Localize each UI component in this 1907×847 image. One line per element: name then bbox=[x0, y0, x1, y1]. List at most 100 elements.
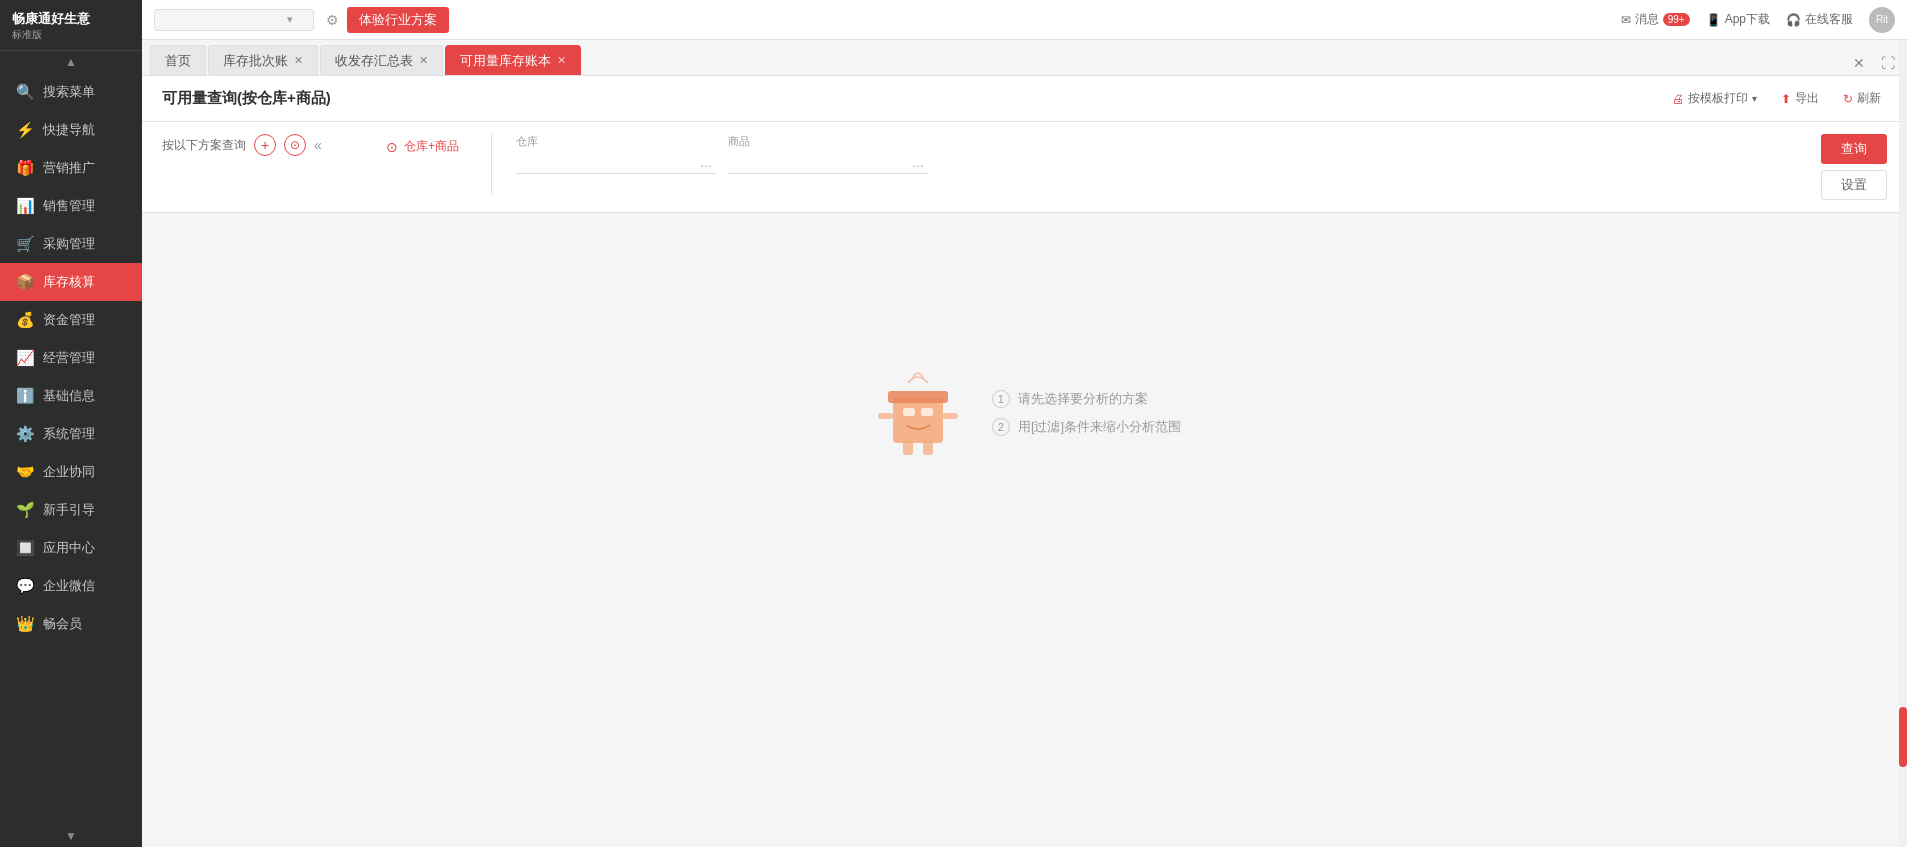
sidebar-item-label: 企业协同 bbox=[43, 463, 95, 481]
message-badge: 99+ bbox=[1663, 13, 1690, 26]
filter-scheme-list: ⊙ 仓库+商品 bbox=[378, 134, 467, 159]
user-avatar[interactable]: Rit bbox=[1869, 7, 1895, 33]
sidebar-item-inventory[interactable]: 📦 库存核算 bbox=[0, 263, 142, 301]
sidebar-scroll-up[interactable]: ▲ bbox=[0, 51, 142, 73]
enterprise-icon: 🤝 bbox=[16, 463, 35, 481]
warehouse-field: 仓库 … bbox=[516, 134, 716, 174]
scheme-icon: ⊙ bbox=[386, 139, 398, 155]
svg-rect-1 bbox=[888, 391, 948, 403]
query-button[interactable]: 查询 bbox=[1821, 134, 1887, 164]
svg-rect-0 bbox=[893, 398, 943, 443]
member-icon: 👑 bbox=[16, 615, 35, 633]
page-actions: 🖨 按模板打印 ▾ ⬆ 导出 ↻ 刷新 bbox=[1666, 86, 1887, 111]
sidebar-item-appcenter[interactable]: 🔲 应用中心 bbox=[0, 529, 142, 567]
tab-close-batch[interactable]: ✕ bbox=[294, 54, 303, 67]
page-title: 可用量查询(按仓库+商品) bbox=[162, 89, 1666, 108]
sidebar-item-purchase[interactable]: 🛒 采购管理 bbox=[0, 225, 142, 263]
tab-close-window[interactable]: ✕ bbox=[1849, 51, 1869, 75]
trial-button[interactable]: 体验行业方案 bbox=[347, 7, 449, 33]
empty-hint-1: 1 请先选择要分析的方案 bbox=[992, 390, 1181, 408]
sidebar-item-newuser[interactable]: 🌱 新手引导 bbox=[0, 491, 142, 529]
tab-label: 收发存汇总表 bbox=[335, 52, 413, 70]
hint-text-1: 请先选择要分析的方案 bbox=[1018, 390, 1148, 408]
headset-icon: 🎧 bbox=[1786, 13, 1801, 27]
filter-divider bbox=[491, 134, 492, 194]
basic-icon: ℹ️ bbox=[16, 387, 35, 405]
finance-icon: 💰 bbox=[16, 311, 35, 329]
header-search-box[interactable]: ▾ bbox=[154, 9, 314, 31]
tab-label: 库存批次账 bbox=[223, 52, 288, 70]
phone-icon: 📱 bbox=[1706, 13, 1721, 27]
export-button[interactable]: ⬆ 导出 bbox=[1775, 86, 1825, 111]
empty-illustration bbox=[868, 363, 968, 463]
app-download-label: App下载 bbox=[1725, 11, 1770, 28]
sidebar-item-label: 应用中心 bbox=[43, 539, 95, 557]
filter-add-button[interactable]: + bbox=[254, 134, 276, 156]
settings-button[interactable]: 设置 bbox=[1821, 170, 1887, 200]
filter-right: 仓库 … 商品 … bbox=[516, 134, 1805, 174]
sidebar-item-label: 库存核算 bbox=[43, 273, 95, 291]
scheme-label: 仓库+商品 bbox=[404, 138, 459, 155]
sidebar-item-label: 经营管理 bbox=[43, 349, 95, 367]
tab-close-available[interactable]: ✕ bbox=[557, 54, 566, 67]
print-button[interactable]: 🖨 按模板打印 ▾ bbox=[1666, 86, 1763, 111]
sidebar-item-search[interactable]: 🔍 搜索菜单 bbox=[0, 73, 142, 111]
product-label: 商品 bbox=[728, 134, 928, 149]
tab-maximize-window[interactable]: ⛶ bbox=[1877, 51, 1899, 75]
sidebar-item-marketing[interactable]: 🎁 营销推广 bbox=[0, 149, 142, 187]
empty-svg bbox=[868, 363, 968, 463]
sidebar-item-basic[interactable]: ℹ️ 基础信息 bbox=[0, 377, 142, 415]
tab-home[interactable]: 首页 bbox=[150, 45, 206, 75]
sidebar-item-quicknav[interactable]: ⚡ 快捷导航 bbox=[0, 111, 142, 149]
sidebar-item-label: 搜索菜单 bbox=[43, 83, 95, 101]
filter-label: 按以下方案查询 bbox=[162, 137, 246, 154]
refresh-button[interactable]: ↻ 刷新 bbox=[1837, 86, 1887, 111]
newuser-icon: 🌱 bbox=[16, 501, 35, 519]
right-scrollbar[interactable] bbox=[1899, 40, 1907, 847]
filter-setting-button[interactable]: ⊙ bbox=[284, 134, 306, 156]
tab-available-stock[interactable]: 可用量库存账本 ✕ bbox=[445, 45, 581, 75]
product-more-btn[interactable]: … bbox=[912, 156, 924, 170]
sidebar-item-label: 新手引导 bbox=[43, 501, 95, 519]
filter-scheme-item[interactable]: ⊙ 仓库+商品 bbox=[378, 134, 467, 159]
sidebar-item-wechat[interactable]: 💬 企业微信 bbox=[0, 567, 142, 605]
sidebar-item-system[interactable]: ⚙️ 系统管理 bbox=[0, 415, 142, 453]
warehouse-more-btn[interactable]: … bbox=[700, 156, 712, 170]
main-area: ▾ ⚙ 体验行业方案 ✉ 消息 99+ 📱 App下载 🎧 在线客服 Rit 首… bbox=[142, 0, 1907, 847]
empty-text: 1 请先选择要分析的方案 2 用[过滤]条件来缩小分析范围 bbox=[992, 390, 1181, 436]
tab-batch-account[interactable]: 库存批次账 ✕ bbox=[208, 45, 318, 75]
operations-icon: 📈 bbox=[16, 349, 35, 367]
warehouse-input[interactable] bbox=[516, 151, 716, 174]
sidebar-item-label: 企业微信 bbox=[43, 577, 95, 595]
appcenter-icon: 🔲 bbox=[16, 539, 35, 557]
sidebar-scroll-down[interactable]: ▼ bbox=[0, 825, 142, 847]
svg-rect-7 bbox=[923, 441, 933, 455]
hint-text-2: 用[过滤]条件来缩小分析范围 bbox=[1018, 418, 1181, 436]
svg-rect-6 bbox=[903, 441, 913, 455]
sidebar-item-operations[interactable]: 📈 经营管理 bbox=[0, 339, 142, 377]
online-service-item[interactable]: 🎧 在线客服 bbox=[1786, 11, 1853, 28]
search-input[interactable] bbox=[163, 13, 283, 27]
sidebar-item-sales[interactable]: 📊 销售管理 bbox=[0, 187, 142, 225]
dropdown-icon[interactable]: ▾ bbox=[287, 13, 293, 26]
sidebar-item-enterprise[interactable]: 🤝 企业协同 bbox=[0, 453, 142, 491]
tab-inout-summary[interactable]: 收发存汇总表 ✕ bbox=[320, 45, 443, 75]
svg-rect-3 bbox=[921, 408, 933, 416]
product-input-wrap: … bbox=[728, 151, 928, 174]
app-download-item[interactable]: 📱 App下载 bbox=[1706, 11, 1770, 28]
purchase-icon: 🛒 bbox=[16, 235, 35, 253]
svg-rect-2 bbox=[903, 408, 915, 416]
gear-icon[interactable]: ⚙ bbox=[326, 12, 339, 28]
message-label: 消息 bbox=[1635, 11, 1659, 28]
sidebar-item-label: 快捷导航 bbox=[43, 121, 95, 139]
product-input[interactable] bbox=[728, 151, 928, 174]
empty-hint-2: 2 用[过滤]条件来缩小分析范围 bbox=[992, 418, 1181, 436]
sidebar: 畅康通好生意 标准版 ▲ 🔍 搜索菜单 ⚡ 快捷导航 🎁 营销推广 📊 销售管理… bbox=[0, 0, 142, 847]
tab-close-summary[interactable]: ✕ bbox=[419, 54, 428, 67]
filter-collapse-button[interactable]: « bbox=[314, 137, 322, 153]
sidebar-item-member[interactable]: 👑 畅会员 bbox=[0, 605, 142, 643]
message-item[interactable]: ✉ 消息 99+ bbox=[1621, 11, 1690, 28]
print-dropdown-icon[interactable]: ▾ bbox=[1752, 93, 1757, 104]
refresh-label: 刷新 bbox=[1857, 90, 1881, 107]
sidebar-item-finance[interactable]: 💰 资金管理 bbox=[0, 301, 142, 339]
